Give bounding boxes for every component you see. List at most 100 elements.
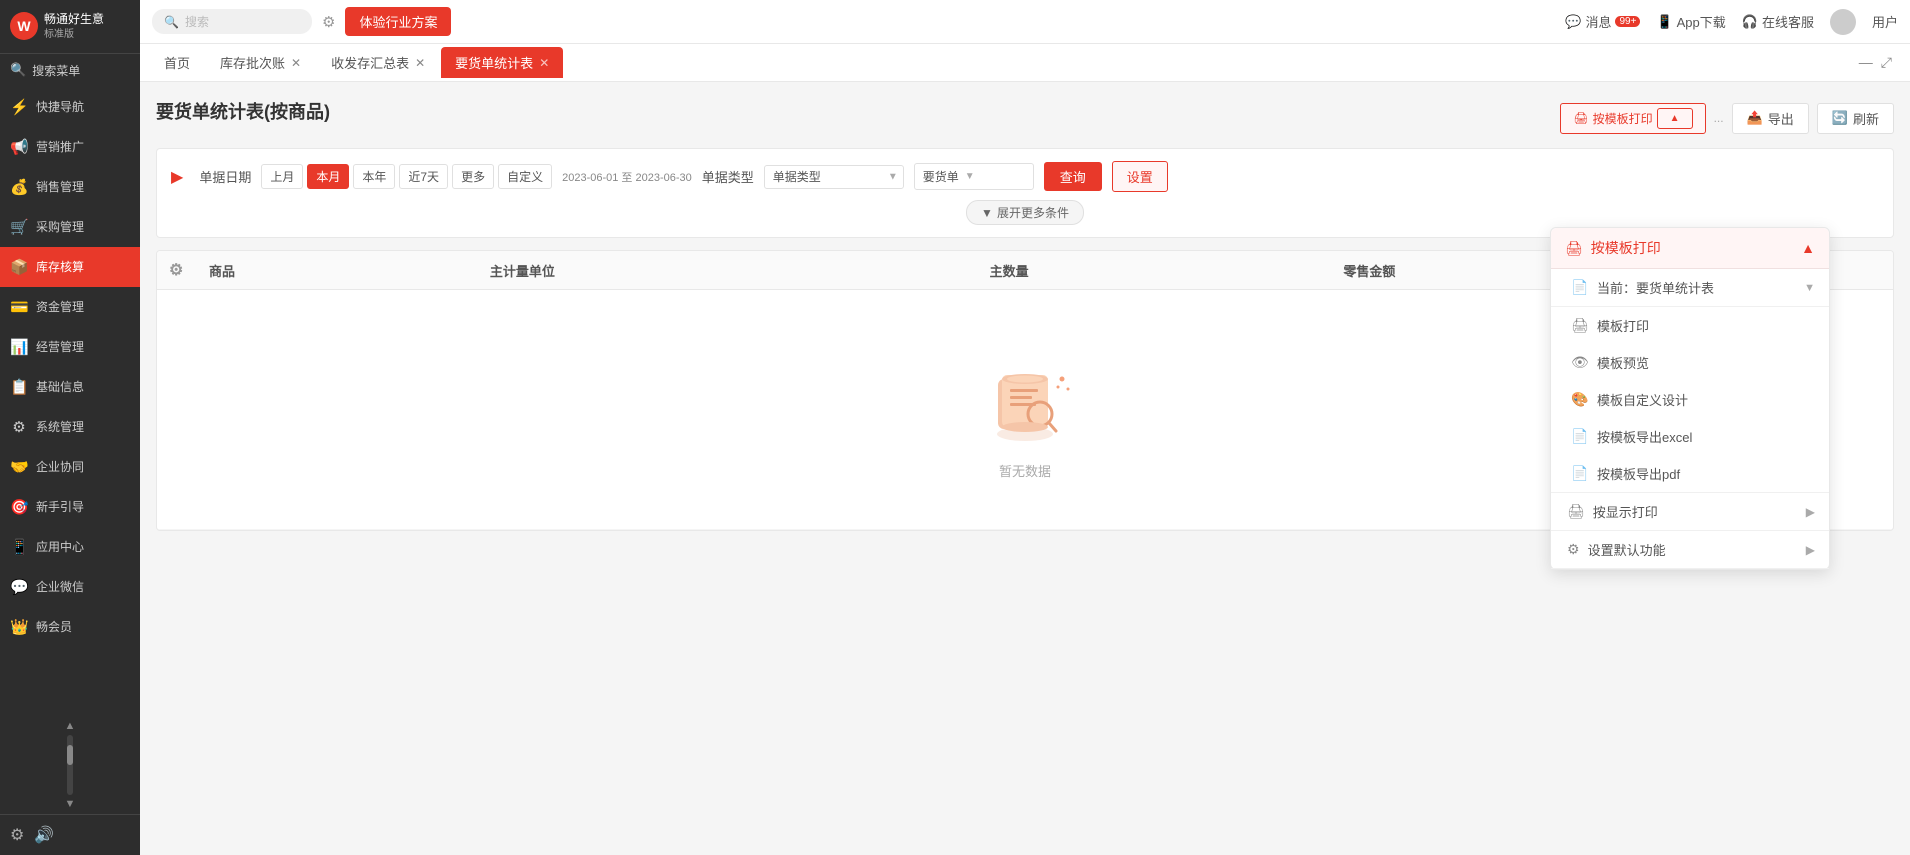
nav-icon-xiaoshou: 💰 xyxy=(10,178,28,196)
filter-bar: ▶ 单据日期 上月 本月 本年 近7天 更多 自定义 2023-06-01 至 … xyxy=(156,148,1894,238)
nav-icon-jingying: 📊 xyxy=(10,338,28,356)
app-download-btn[interactable]: 📱 App下载 xyxy=(1656,12,1725,31)
sidebar-item-jingying[interactable]: 📊 经营管理 xyxy=(0,327,140,367)
export-btn[interactable]: 📤 导出 xyxy=(1732,103,1809,134)
date-btn-this-month[interactable]: 本月 xyxy=(307,164,349,189)
empty-text: 暂无数据 xyxy=(999,461,1051,480)
tab-shoufahuizong-close[interactable]: ✕ xyxy=(415,56,425,70)
dots-btn[interactable]: ... xyxy=(1714,111,1724,125)
nav-icon-kucun: 📦 xyxy=(10,258,28,276)
type-select[interactable]: 单据类型 xyxy=(764,165,904,189)
dropdown-group-set-default[interactable]: ⚙ 设置默认功能 ▶ xyxy=(1551,531,1829,569)
window-maximize-btn[interactable]: ⤢ xyxy=(1881,54,1892,71)
topbar-search-icon: 🔍 xyxy=(164,15,179,29)
sidebar-item-xinshou[interactable]: 🎯新手引导 xyxy=(0,487,140,527)
tab-yaohuo-close[interactable]: ✕ xyxy=(539,56,549,70)
sidebar-item-jichu[interactable]: 📋基础信息 xyxy=(0,367,140,407)
online-service-btn[interactable]: 🎧 在线客服 xyxy=(1742,12,1814,31)
export-excel-label: 按模板导出excel xyxy=(1597,427,1692,446)
scroll-up-btn[interactable]: ▲ xyxy=(65,720,76,732)
nav-icon-xitong: ⚙ xyxy=(10,418,28,436)
dropdown-header[interactable]: 🖨 按模板打印 ▲ xyxy=(1551,228,1829,269)
settings-btn[interactable]: ⚙ xyxy=(10,825,24,845)
sound-btn[interactable]: 🔊 xyxy=(34,825,54,845)
sidebar-item-kucun[interactable]: 📦库存核算 xyxy=(0,247,140,287)
settings-btn[interactable]: 设置 xyxy=(1112,161,1168,192)
expand-conditions-btn[interactable]: ▼ 展开更多条件 xyxy=(966,200,1084,225)
sidebar-logo: W 畅通好生意 标准版 xyxy=(0,0,140,54)
yaohuo-field[interactable]: 要货单 ▼ xyxy=(914,163,1034,190)
print-template-btn[interactable]: 🖨 按模板打印 ▲ xyxy=(1560,103,1705,134)
sidebar-item-xiaoshou[interactable]: 💰销售管理 xyxy=(0,167,140,207)
sidebar-item-caigou[interactable]: 🛒 采购管理 xyxy=(0,207,140,247)
template-print-label: 模板打印 xyxy=(1597,316,1649,335)
scroll-down-btn[interactable]: ▼ xyxy=(65,798,76,810)
nav-label-xitong: 系统管理 xyxy=(36,418,84,435)
query-btn[interactable]: 查询 xyxy=(1044,162,1102,191)
dropdown-item-template-design[interactable]: 🎨 模板自定义设计 xyxy=(1551,381,1829,418)
nav-icon-weixin: 💬 xyxy=(10,578,28,596)
current-template-item[interactable]: 📄 当前：要货单统计表 ▼ xyxy=(1551,269,1829,306)
date-btn-7days[interactable]: 近7天 xyxy=(399,164,448,189)
messages-btn[interactable]: 💬 消息 99+ xyxy=(1565,12,1640,31)
dropdown-current-section: 📄 当前：要货单统计表 ▼ xyxy=(1551,269,1829,307)
dropdown-item-template-print[interactable]: 🖨 模板打印 xyxy=(1551,307,1829,344)
dropdown-item-export-pdf[interactable]: 📄 按模板导出pdf xyxy=(1551,455,1829,492)
tab-yaohuo[interactable]: 要货单统计表 ✕ xyxy=(441,47,563,78)
date-btn-last-month[interactable]: 上月 xyxy=(261,164,303,189)
topbar-gear-icon[interactable]: ⚙ xyxy=(322,13,335,31)
app-version: 标准版 xyxy=(44,28,104,41)
date-btn-custom[interactable]: 自定义 xyxy=(498,164,552,189)
sidebar-item-yingxiao[interactable]: 📢营销推广 xyxy=(0,127,140,167)
page-content: 要货单统计表(按商品) 🖨 按模板打印 ▲ ... 📤 导出 🔄 刷新 xyxy=(140,82,1910,855)
nav-icon-zijin: 💳 xyxy=(10,298,28,316)
date-btn-this-year[interactable]: 本年 xyxy=(353,164,395,189)
sidebar-item-qiye[interactable]: 🤝 企业协同 xyxy=(0,447,140,487)
nav-icon-caigou: 🛒 xyxy=(10,218,28,236)
sidebar: W 畅通好生意 标准版 🔍 搜索菜单 ⚡快捷导航📢营销推广💰销售管理 🛒 采购管理 📦… xyxy=(0,0,140,855)
dropdown-print-icon: 🖨 xyxy=(1565,240,1583,257)
nav-icon-yingyong: 📱 xyxy=(10,538,28,556)
col-unit: 主计量单位 xyxy=(478,251,978,290)
sidebar-item-huiyuan[interactable]: 👑畅会员 xyxy=(0,607,140,647)
nav-label-weixin: 企业微信 xyxy=(36,578,84,595)
sidebar-item-yingyong[interactable]: 📱应用中心 xyxy=(0,527,140,567)
empty-illustration xyxy=(980,359,1070,449)
sidebar-item-xitong[interactable]: ⚙ 系统管理 xyxy=(0,407,140,447)
export-icon: 📤 xyxy=(1747,110,1763,126)
nav-label-caigou: 采购管理 xyxy=(36,218,84,235)
nav-icon-yingxiao: 📢 xyxy=(10,138,28,156)
dropdown-collapse-icon[interactable]: ▲ xyxy=(1801,240,1815,256)
col-goods: 商品 xyxy=(197,251,478,290)
sidebar-item-kuaijie[interactable]: ⚡快捷导航 xyxy=(0,87,140,127)
nav-icon-xinshou: 🎯 xyxy=(10,498,28,516)
nav-label-jingying: 经营管理 xyxy=(36,338,84,355)
topbar-search[interactable]: 🔍 搜索 xyxy=(152,9,312,34)
refresh-btn[interactable]: 🔄 刷新 xyxy=(1817,103,1894,134)
tab-shoufahuizong[interactable]: 收发存汇总表 ✕ xyxy=(317,47,439,78)
logo-icon: W xyxy=(10,12,38,40)
sidebar-item-weixin[interactable]: 💬 企业微信 xyxy=(0,567,140,607)
dropdown-group-display-print[interactable]: 🖨 按显示打印 ▶ xyxy=(1551,493,1829,531)
trial-btn[interactable]: 体验行业方案 xyxy=(345,7,451,36)
tab-home[interactable]: 首页 xyxy=(150,47,204,78)
print-btn-label: 按模板打印 xyxy=(1593,110,1653,127)
nav-icon-huiyuan: 👑 xyxy=(10,618,28,636)
date-btn-more[interactable]: 更多 xyxy=(452,164,494,189)
filter-expand-icon[interactable]: ▶ xyxy=(171,167,183,187)
nav-icon-qiye: 🤝 xyxy=(10,458,28,476)
window-minimize-btn[interactable]: — xyxy=(1859,54,1873,71)
table-settings-icon[interactable]: ⚙ xyxy=(169,262,183,279)
nav-label-qiye: 企业协同 xyxy=(36,458,84,475)
user-avatar[interactable] xyxy=(1830,9,1856,35)
refresh-icon: 🔄 xyxy=(1832,110,1848,126)
topbar-search-placeholder: 搜索 xyxy=(185,13,209,30)
sidebar-item-zijin[interactable]: 💳资金管理 xyxy=(0,287,140,327)
tab-kucunpici[interactable]: 库存批次账 ✕ xyxy=(206,47,315,78)
dropdown-item-template-preview[interactable]: 👁 模板预览 xyxy=(1551,344,1829,381)
tab-kucunpici-close[interactable]: ✕ xyxy=(291,56,301,70)
nav-label-kuaijie: 快捷导航 xyxy=(36,98,84,115)
sidebar-search[interactable]: 🔍 搜索菜单 xyxy=(0,54,140,87)
sidebar-nav: ⚡快捷导航📢营销推广💰销售管理 🛒 采购管理 📦库存核算💳资金管理 📊 经营管理 📋基础信息… xyxy=(0,87,140,716)
dropdown-item-export-excel[interactable]: 📄 按模板导出excel xyxy=(1551,418,1829,455)
